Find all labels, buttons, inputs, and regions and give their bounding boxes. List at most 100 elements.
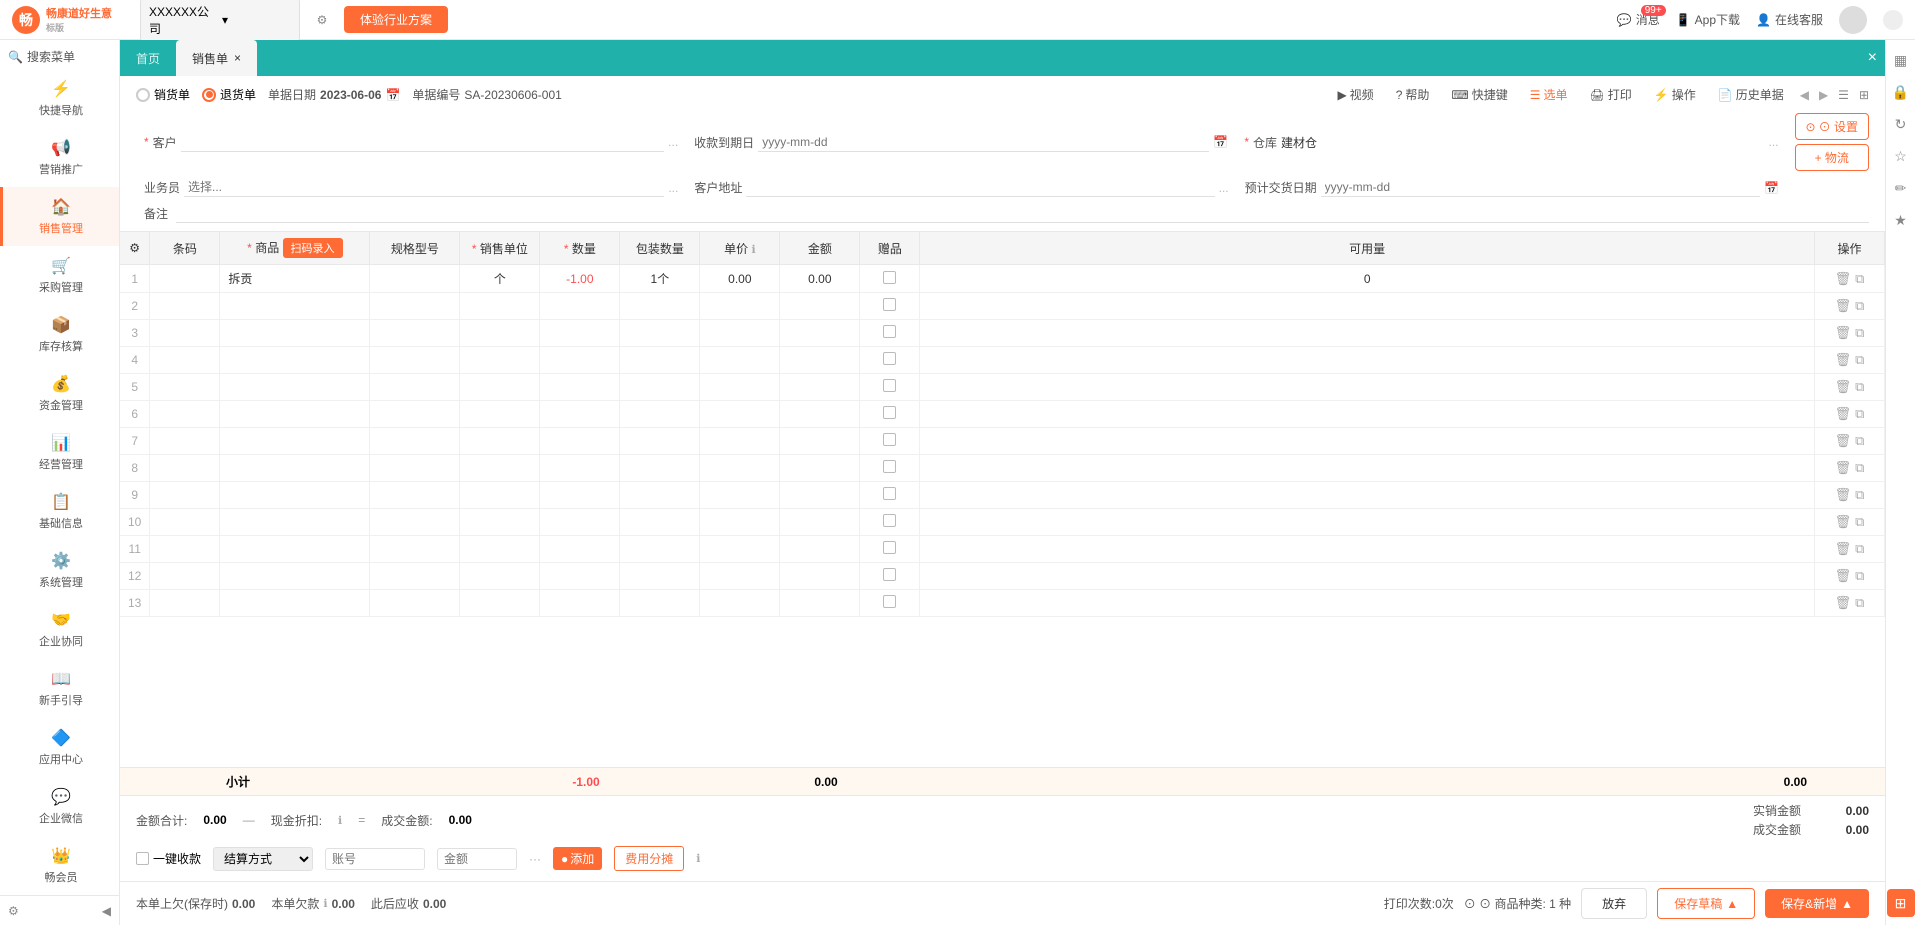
row-amount[interactable] xyxy=(780,320,860,347)
customer-dots[interactable]: ... xyxy=(668,135,678,149)
app-download-btn[interactable]: 📱 App下载 xyxy=(1676,11,1740,28)
due-date-calendar-icon[interactable]: 📅 xyxy=(1213,135,1228,149)
row-pkg-qty[interactable] xyxy=(620,590,700,617)
account-input[interactable] xyxy=(325,848,425,870)
row-copy-icon[interactable]: ⧉ xyxy=(1855,325,1864,341)
row-gift[interactable] xyxy=(860,590,920,617)
toolbar-print[interactable]: 🖨 打印 xyxy=(1584,84,1638,105)
row-spec[interactable] xyxy=(370,563,460,590)
row-copy-icon[interactable]: ⧉ xyxy=(1855,379,1864,395)
row-gift[interactable] xyxy=(860,455,920,482)
row-qty[interactable] xyxy=(540,428,620,455)
row-unit[interactable] xyxy=(460,320,540,347)
row-qty[interactable] xyxy=(540,320,620,347)
avatar[interactable] xyxy=(1839,6,1867,34)
row-amount[interactable] xyxy=(780,347,860,374)
grid-view-icon[interactable]: ⊞ xyxy=(1859,88,1869,102)
right-panel-orange[interactable]: ⊞ xyxy=(1887,889,1915,917)
row-unit[interactable] xyxy=(460,590,540,617)
th-settings[interactable]: ⚙ xyxy=(120,232,150,265)
row-amount[interactable] xyxy=(780,455,860,482)
salesman-input[interactable] xyxy=(184,178,664,197)
row-product[interactable] xyxy=(220,590,370,617)
row-unit[interactable] xyxy=(460,401,540,428)
row-unit[interactable] xyxy=(460,509,540,536)
row-qty[interactable] xyxy=(540,509,620,536)
row-price[interactable] xyxy=(700,293,780,320)
sidebar-search[interactable]: 🔍 搜索菜单 xyxy=(0,40,119,69)
radio-sales-dot[interactable] xyxy=(136,88,150,102)
row-product[interactable] xyxy=(220,374,370,401)
row-product[interactable] xyxy=(220,320,370,347)
amount-input[interactable] xyxy=(437,848,517,870)
row-unit[interactable] xyxy=(460,293,540,320)
row-gift[interactable] xyxy=(860,401,920,428)
row-copy-icon[interactable]: ⧉ xyxy=(1855,487,1864,503)
settings-bottom-icon[interactable]: ⚙ xyxy=(8,904,19,918)
row-unit[interactable] xyxy=(460,428,540,455)
row-qty[interactable] xyxy=(540,590,620,617)
expected-date-input[interactable] xyxy=(1321,178,1760,197)
sidebar-item-sales[interactable]: 🏠 销售管理 xyxy=(0,187,119,246)
row-copy-icon[interactable]: ⧉ xyxy=(1855,514,1864,530)
row-barcode[interactable] xyxy=(150,590,220,617)
nav-next[interactable]: ▶ xyxy=(1819,88,1828,102)
row-barcode[interactable] xyxy=(150,482,220,509)
row-amount[interactable] xyxy=(780,509,860,536)
row-amount[interactable] xyxy=(780,482,860,509)
row-delete-icon[interactable]: 🗑 xyxy=(1835,325,1852,341)
row-gift[interactable] xyxy=(860,536,920,563)
save-new-btn[interactable]: 保存&新增 ▲ xyxy=(1765,889,1869,918)
row-pkg-qty[interactable] xyxy=(620,482,700,509)
row-gift[interactable] xyxy=(860,563,920,590)
row-spec[interactable] xyxy=(370,374,460,401)
add-btn[interactable]: ● 添加 xyxy=(553,847,602,870)
row-delete-icon[interactable]: 🗑 xyxy=(1835,298,1852,314)
row-product[interactable] xyxy=(220,293,370,320)
right-panel-refresh[interactable]: ↻ xyxy=(1889,112,1913,136)
row-spec[interactable] xyxy=(370,320,460,347)
row-amount[interactable]: 0.00 xyxy=(780,265,860,293)
tab-close-icon[interactable]: × xyxy=(234,51,241,65)
sidebar-item-appstore[interactable]: 🔷 应用中心 xyxy=(0,718,119,777)
tab-home[interactable]: 首页 xyxy=(120,40,176,76)
toolbar-select[interactable]: ☰ 选单 xyxy=(1524,84,1574,105)
row-price[interactable] xyxy=(700,455,780,482)
warehouse-dots[interactable]: ... xyxy=(1769,135,1779,149)
row-delete-icon[interactable]: 🗑 xyxy=(1835,595,1852,611)
row-pkg-qty[interactable] xyxy=(620,455,700,482)
save-draft-btn[interactable]: 保存草稿 ▲ xyxy=(1657,888,1755,919)
row-gift[interactable] xyxy=(860,320,920,347)
sidebar-item-inventory[interactable]: 📦 库存核算 xyxy=(0,305,119,364)
row-copy-icon[interactable]: ⧉ xyxy=(1855,406,1864,422)
row-gift[interactable] xyxy=(860,265,920,293)
row-spec[interactable] xyxy=(370,428,460,455)
row-qty[interactable]: -1.00 xyxy=(540,265,620,293)
row-product[interactable] xyxy=(220,536,370,563)
row-delete-icon[interactable]: 🗑 xyxy=(1835,487,1852,503)
row-copy-icon[interactable]: ⧉ xyxy=(1855,433,1864,449)
row-price[interactable] xyxy=(700,374,780,401)
row-product[interactable] xyxy=(220,455,370,482)
right-panel-lock[interactable]: 🔒 xyxy=(1889,80,1913,104)
row-price[interactable] xyxy=(700,536,780,563)
row-spec[interactable] xyxy=(370,509,460,536)
row-unit[interactable] xyxy=(460,482,540,509)
row-product[interactable] xyxy=(220,509,370,536)
tab-close-all[interactable]: × xyxy=(1868,49,1885,67)
right-panel-edit[interactable]: ✏ xyxy=(1889,176,1913,200)
scan-btn[interactable]: 扫码录入 xyxy=(283,238,343,258)
sidebar-item-quick-nav[interactable]: ⚡ 快捷导航 xyxy=(0,69,119,128)
discard-btn[interactable]: 放弃 xyxy=(1581,888,1647,919)
row-spec[interactable] xyxy=(370,536,460,563)
row-qty[interactable] xyxy=(540,401,620,428)
settings-btn[interactable]: ⊙ ⊙ 设置 xyxy=(1795,113,1869,140)
row-barcode[interactable] xyxy=(150,374,220,401)
collapse-icon[interactable]: ◀ xyxy=(102,904,111,918)
row-unit[interactable] xyxy=(460,536,540,563)
row-amount[interactable] xyxy=(780,536,860,563)
online-service-btn[interactable]: 👤 在线客服 xyxy=(1756,11,1823,28)
trial-btn[interactable]: 体验行业方案 xyxy=(344,6,448,33)
row-price[interactable] xyxy=(700,509,780,536)
price-info-icon[interactable]: ℹ xyxy=(751,244,755,256)
